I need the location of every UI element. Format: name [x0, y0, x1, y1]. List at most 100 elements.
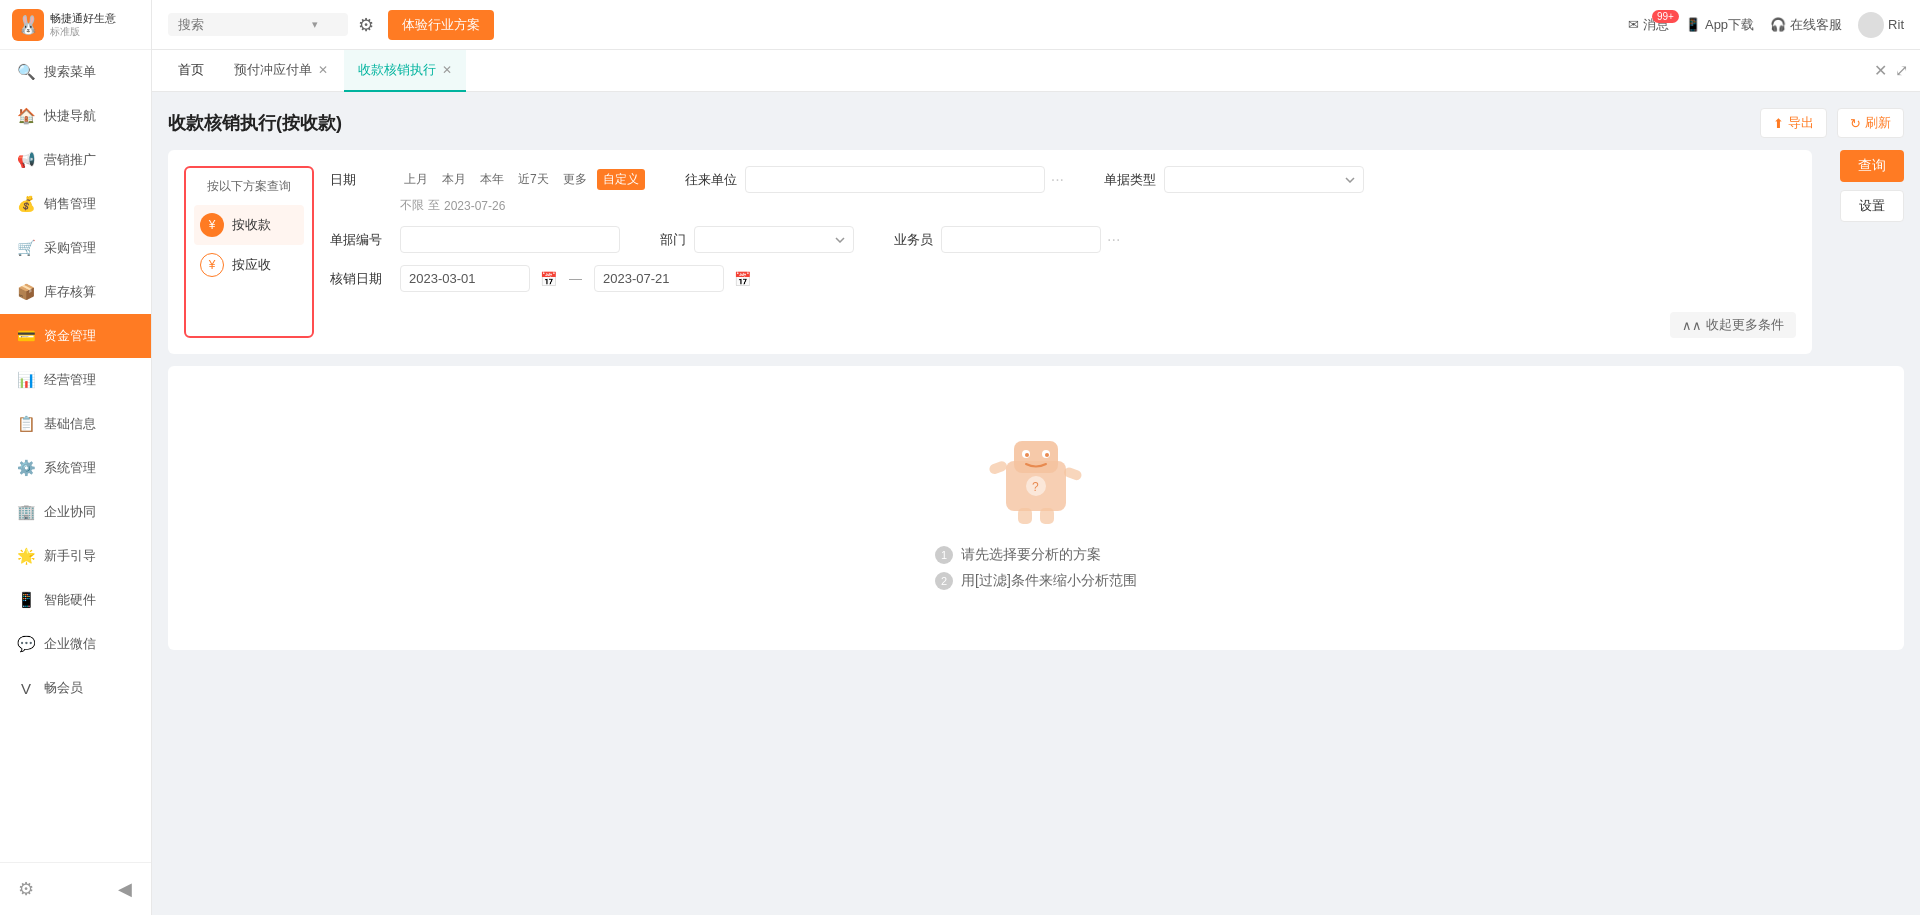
filter-fields: 日期 上月 本月 本年 近7天 更多 自定义 往来单位 ··· [330, 166, 1796, 338]
tab-label-home: 首页 [178, 61, 204, 79]
tab-close-receipt[interactable]: ✕ [442, 63, 452, 77]
filter-area: 按以下方案查询 ¥ 按收款 ¥ 按应收 日期 上月 本月 本年 [168, 150, 1812, 354]
date-opt-this-year[interactable]: 本年 [476, 169, 508, 190]
tab-close-prepay[interactable]: ✕ [318, 63, 328, 77]
date-opt-last-month[interactable]: 上月 [400, 169, 432, 190]
topbar-message[interactable]: ✉ 消息 99+ [1628, 16, 1669, 34]
close-tab-icon[interactable]: ✕ [1874, 61, 1887, 80]
verify-date-start-input[interactable] [400, 265, 530, 292]
tab-label-receipt: 收款核销执行 [358, 61, 436, 79]
topbar-user[interactable]: Rit [1858, 12, 1904, 38]
filter-row-date-display: 不限 至 2023-07-26 [330, 197, 1796, 214]
sidebar-label-basic: 基础信息 [44, 415, 96, 433]
partner-label: 往来单位 [685, 171, 737, 189]
sidebar-item-quicknav[interactable]: 🏠 快捷导航 [0, 94, 151, 138]
inventory-nav-icon: 📦 [16, 282, 36, 302]
fullscreen-tab-icon[interactable]: ⤢ [1895, 61, 1908, 80]
sidebar-item-hardware[interactable]: 📱 智能硬件 [0, 578, 151, 622]
verify-date-range: 📅 — 📅 [400, 265, 751, 292]
service-icon: 🎧 [1770, 17, 1786, 32]
quicknav-nav-icon: 🏠 [16, 106, 36, 126]
doc-type-label: 单据类型 [1104, 171, 1156, 189]
sidebar-label-member: 畅会员 [44, 679, 83, 697]
content-area: 收款核销执行(按收款) ⬆ 导出 ↻ 刷新 按以下方案查询 ¥ 按收款 [152, 92, 1920, 915]
sidebar-item-guide[interactable]: 🌟 新手引导 [0, 534, 151, 578]
topbar-right: ✉ 消息 99+ 📱 App下载 🎧 在线客服 Rit [1628, 12, 1904, 38]
sidebar-label-system: 系统管理 [44, 459, 96, 477]
verify-date-label: 核销日期 [330, 270, 400, 288]
verify-date-end-input[interactable] [594, 265, 724, 292]
filter-row-date: 日期 上月 本月 本年 近7天 更多 自定义 往来单位 ··· [330, 166, 1796, 193]
sidebar-item-member[interactable]: V 畅会员 [0, 666, 151, 710]
sidebar-item-marketing[interactable]: 📢 营销推广 [0, 138, 151, 182]
sidebar-label-wechat: 企业微信 [44, 635, 96, 653]
tab-receipt[interactable]: 收款核销执行 ✕ [344, 50, 466, 92]
sidebar-label-hardware: 智能硬件 [44, 591, 96, 609]
filter-option-by-receipt[interactable]: ¥ 按收款 [194, 205, 304, 245]
tab-label-prepay: 预付冲应付单 [234, 61, 312, 79]
empty-illustration: ? [976, 426, 1096, 526]
filter-settings-button[interactable]: 设置 [1840, 190, 1904, 222]
date-opt-more[interactable]: 更多 [559, 169, 591, 190]
chevron-up-icon: ∧∧ [1682, 318, 1702, 333]
settings-footer-icon[interactable]: ⚙ [10, 873, 42, 905]
collapse-sidebar-icon[interactable]: ◀ [109, 873, 141, 905]
topbar-search-input[interactable] [178, 17, 308, 32]
query-button[interactable]: 查询 [1840, 150, 1904, 182]
employee-input[interactable] [941, 226, 1101, 253]
sidebar-item-wechat[interactable]: 💬 企业微信 [0, 622, 151, 666]
sidebar-item-basic[interactable]: 📋 基础信息 [0, 402, 151, 446]
date-opt-this-month[interactable]: 本月 [438, 169, 470, 190]
date-opt-7days[interactable]: 近7天 [514, 169, 553, 190]
filter-option-by-receivable[interactable]: ¥ 按应收 [194, 245, 304, 285]
partner-dots-icon[interactable]: ··· [1051, 171, 1064, 189]
export-button[interactable]: ⬆ 导出 [1760, 108, 1827, 138]
purchase-nav-icon: 🛒 [16, 238, 36, 258]
topbar-online-service[interactable]: 🎧 在线客服 [1770, 16, 1842, 34]
date-opt-custom[interactable]: 自定义 [597, 169, 645, 190]
sidebar-label-marketing: 营销推广 [44, 151, 96, 169]
topbar-left: ▾ ⚙ 体验行业方案 [168, 10, 1628, 40]
message-badge: 99+ [1652, 10, 1679, 23]
sidebar-item-finance[interactable]: 💳 资金管理 [0, 314, 151, 358]
employee-dots-icon[interactable]: ··· [1107, 231, 1120, 249]
tabs-bar: 首页 预付冲应付单 ✕ 收款核销执行 ✕ ✕ ⤢ [152, 50, 1920, 92]
page-actions: ⬆ 导出 ↻ 刷新 [1760, 108, 1904, 138]
sidebar-item-inventory[interactable]: 📦 库存核算 [0, 270, 151, 314]
empty-tip-1: 1 请先选择要分析的方案 [935, 546, 1137, 564]
topbar-app-download[interactable]: 📱 App下载 [1685, 16, 1754, 34]
sidebar-item-purchase[interactable]: 🛒 采购管理 [0, 226, 151, 270]
sidebar-nav: 🔍 搜索菜单 🏠 快捷导航 📢 营销推广 💰 销售管理 🛒 采购管理 📦 库存核… [0, 50, 151, 862]
sidebar-item-search[interactable]: 🔍 搜索菜单 [0, 50, 151, 94]
sidebar-item-system[interactable]: ⚙️ 系统管理 [0, 446, 151, 490]
refresh-button[interactable]: ↻ 刷新 [1837, 108, 1904, 138]
date-end-display: 2023-07-26 [444, 199, 505, 213]
topbar-gear-icon[interactable]: ⚙ [358, 14, 374, 36]
corp-nav-icon: 🏢 [16, 502, 36, 522]
date-range-dash: — [569, 271, 582, 286]
filter-option-icon-by-receipt: ¥ [200, 213, 224, 237]
calendar-start-icon[interactable]: 📅 [540, 271, 557, 287]
industry-solution-button[interactable]: 体验行业方案 [388, 10, 494, 40]
app-icon: 📱 [1685, 17, 1701, 32]
dept-select[interactable] [694, 226, 854, 253]
date-no-limit: 不限 [400, 197, 424, 214]
partner-input[interactable] [745, 166, 1045, 193]
sidebar-item-corp[interactable]: 🏢 企业协同 [0, 490, 151, 534]
calendar-end-icon[interactable]: 📅 [734, 271, 751, 287]
doc-type-select[interactable] [1164, 166, 1364, 193]
doc-num-input[interactable] [400, 226, 620, 253]
tab-home[interactable]: 首页 [164, 50, 218, 92]
svg-rect-8 [1018, 508, 1032, 524]
sidebar-label-inventory: 库存核算 [44, 283, 96, 301]
tab-prepay[interactable]: 预付冲应付单 ✕ [220, 50, 342, 92]
tabs-actions: ✕ ⤢ [1874, 61, 1908, 80]
svg-rect-9 [1040, 508, 1054, 524]
collapse-conditions-button[interactable]: ∧∧ 收起更多条件 [1670, 312, 1796, 338]
sidebar-item-sales[interactable]: 💰 销售管理 [0, 182, 151, 226]
sidebar-label-purchase: 采购管理 [44, 239, 96, 257]
date-to-label: 至 [428, 197, 440, 214]
sidebar-item-operation[interactable]: 📊 经营管理 [0, 358, 151, 402]
sidebar-label-finance: 资金管理 [44, 327, 96, 345]
wechat-nav-icon: 💬 [16, 634, 36, 654]
